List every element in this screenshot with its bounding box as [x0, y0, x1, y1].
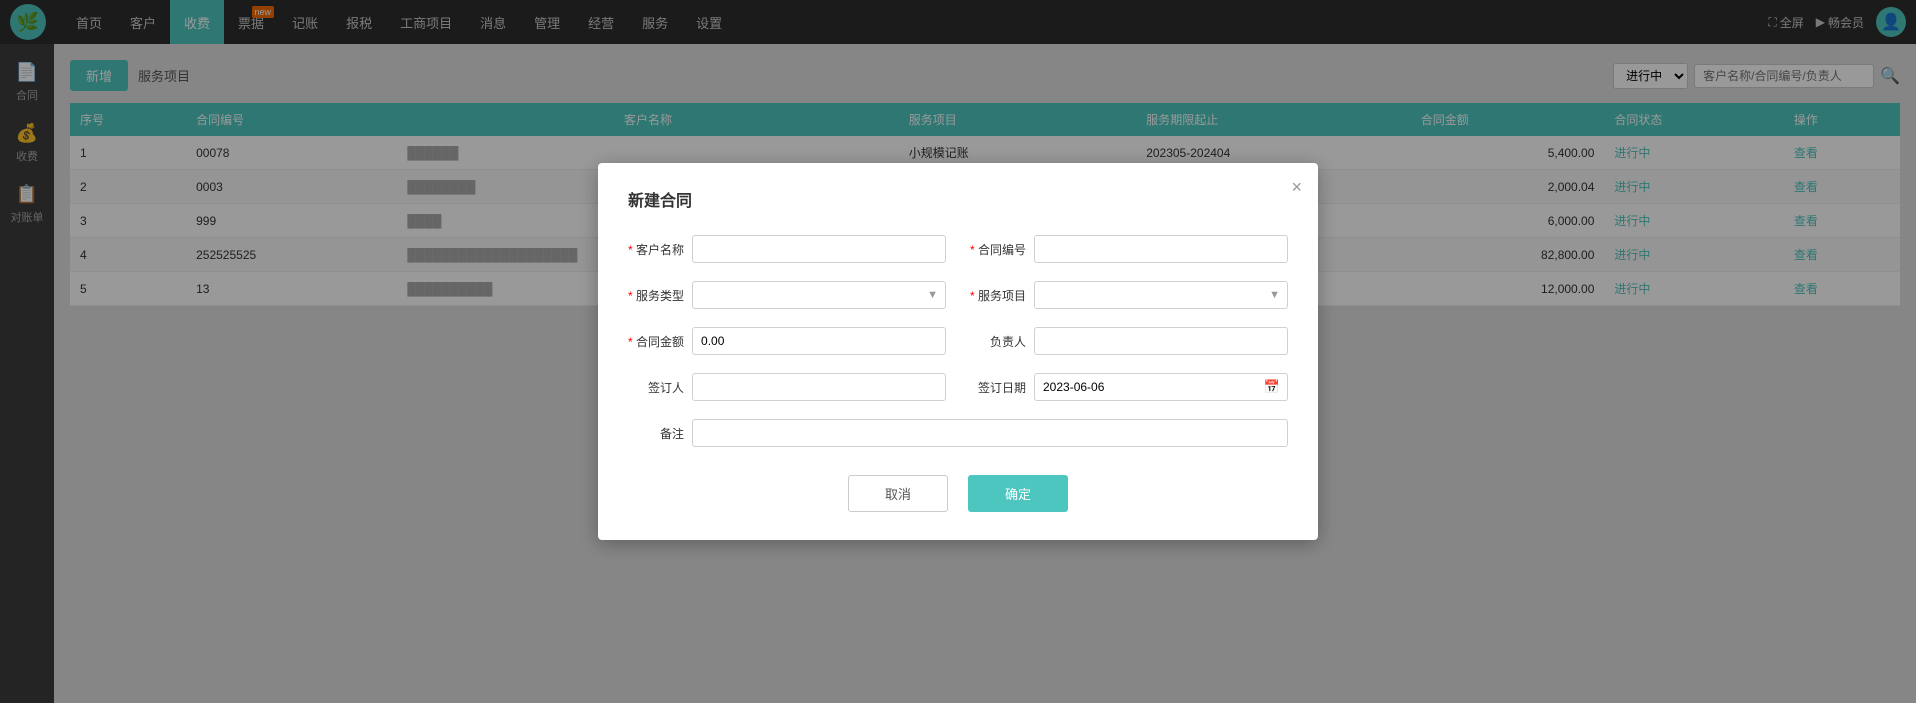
- customer-name-label: 客户名称: [628, 241, 684, 258]
- contract-no-label: 合同编号: [970, 241, 1026, 258]
- remark-input[interactable]: [692, 419, 1288, 447]
- amount-input[interactable]: [692, 327, 946, 355]
- sign-date-wrap: 📅: [1034, 373, 1288, 401]
- amount-field: 合同金额: [628, 327, 946, 355]
- customer-name-input[interactable]: [692, 235, 946, 263]
- sign-date-field: 签订日期 📅: [970, 373, 1288, 401]
- calendar-icon[interactable]: 📅: [1264, 379, 1280, 395]
- service-type-field: 服务类型 ▼: [628, 281, 946, 309]
- responsible-label: 负责人: [970, 333, 1026, 350]
- remark-field: 备注: [628, 419, 1288, 447]
- service-type-label: 服务类型: [628, 287, 684, 304]
- signer-label: 签订人: [628, 379, 684, 396]
- confirm-button[interactable]: 确定: [968, 475, 1068, 512]
- responsible-input[interactable]: [1034, 327, 1288, 355]
- sign-date-input[interactable]: [1034, 373, 1288, 401]
- responsible-field: 负责人: [970, 327, 1288, 355]
- form-row-4: 签订人 签订日期 📅: [628, 373, 1288, 401]
- contract-no-field: 合同编号: [970, 235, 1288, 263]
- service-item-select[interactable]: [1034, 281, 1288, 309]
- service-type-select-wrap: ▼: [692, 281, 946, 309]
- modal-title: 新建合同: [628, 187, 1288, 211]
- new-contract-modal: 新建合同 × 客户名称 合同编号 服务类型 ▼ 服务项目: [598, 163, 1318, 540]
- signer-input[interactable]: [692, 373, 946, 401]
- remark-label: 备注: [628, 425, 684, 442]
- form-row-3: 合同金额 负责人: [628, 327, 1288, 355]
- service-item-select-wrap: ▼: [1034, 281, 1288, 309]
- contract-no-input[interactable]: [1034, 235, 1288, 263]
- amount-label: 合同金额: [628, 333, 684, 350]
- service-type-select[interactable]: [692, 281, 946, 309]
- sign-date-label: 签订日期: [970, 379, 1026, 396]
- modal-footer: 取消 确定: [628, 475, 1288, 512]
- service-item-label: 服务项目: [970, 287, 1026, 304]
- modal-overlay: 新建合同 × 客户名称 合同编号 服务类型 ▼ 服务项目: [0, 0, 1916, 703]
- signer-field: 签订人: [628, 373, 946, 401]
- service-item-field: 服务项目 ▼: [970, 281, 1288, 309]
- form-row-5: 备注: [628, 419, 1288, 447]
- customer-name-field: 客户名称: [628, 235, 946, 263]
- cancel-button[interactable]: 取消: [848, 475, 948, 512]
- form-row-2: 服务类型 ▼ 服务项目 ▼: [628, 281, 1288, 309]
- modal-close-button[interactable]: ×: [1291, 177, 1302, 198]
- form-row-1: 客户名称 合同编号: [628, 235, 1288, 263]
